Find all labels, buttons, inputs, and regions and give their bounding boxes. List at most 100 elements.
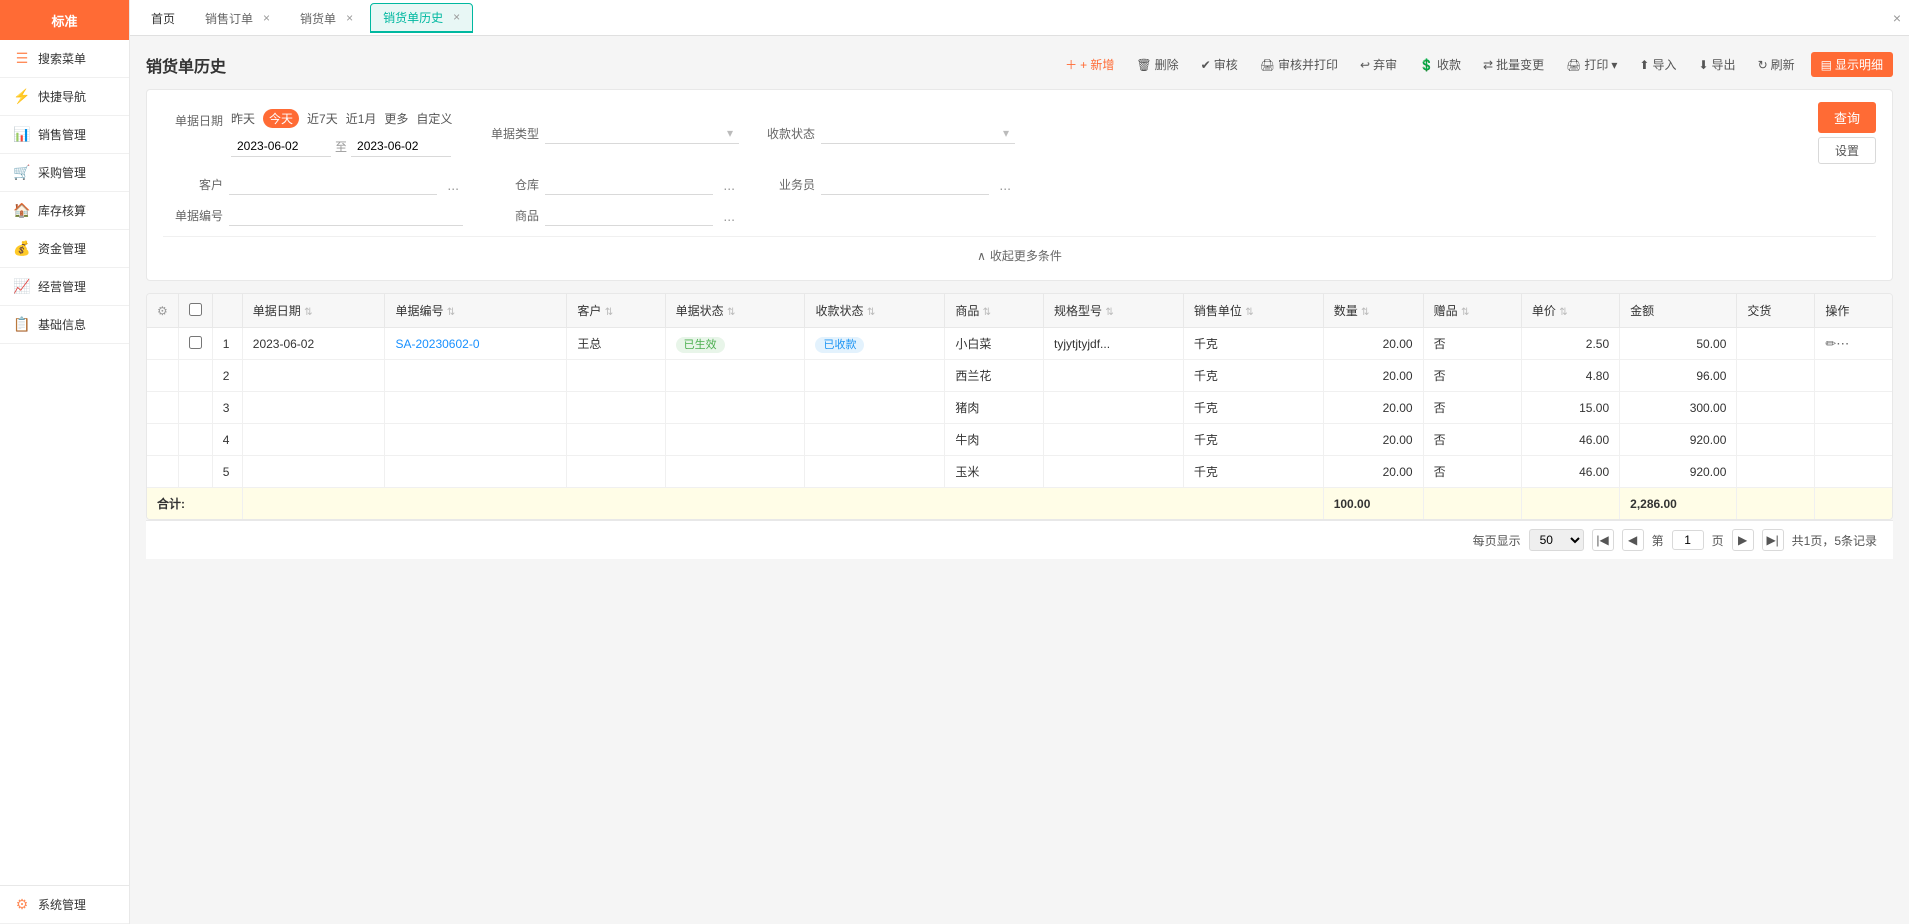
doc-date-cell: 2023-06-02 xyxy=(242,328,385,360)
checkbox-cell[interactable] xyxy=(178,360,212,392)
col-gift[interactable]: 赠品 ⇅ xyxy=(1423,294,1521,328)
filter-doc-type: 单据类型 ▾ xyxy=(479,123,739,144)
more-action-icon[interactable]: ⋯ xyxy=(1836,336,1849,351)
date-btn-today[interactable]: 今天 xyxy=(263,109,299,128)
tab-home[interactable]: 首页 xyxy=(138,3,188,33)
sort-qty-icon[interactable]: ⇅ xyxy=(1361,307,1369,318)
sort-unit-icon[interactable]: ⇅ xyxy=(1245,307,1253,318)
col-unit[interactable]: 销售单位 ⇅ xyxy=(1183,294,1323,328)
date-btn-more[interactable]: 更多 xyxy=(384,110,408,127)
date-from-input[interactable] xyxy=(231,136,331,157)
tab-sales-history[interactable]: 销货单历史 × xyxy=(370,3,473,33)
col-doc-no[interactable]: 单据编号 ⇅ xyxy=(385,294,567,328)
tab-sales-delivery[interactable]: 销货单 × xyxy=(287,3,366,33)
audit-button[interactable]: ✔ 审核 xyxy=(1195,52,1244,77)
batch-change-button[interactable]: ⇄ 批量变更 xyxy=(1477,52,1550,77)
doc-type-select[interactable]: ▾ xyxy=(545,123,739,144)
tab-close-all[interactable]: × xyxy=(1893,10,1901,26)
query-button[interactable]: 查询 xyxy=(1818,102,1876,133)
sort-gift-icon[interactable]: ⇅ xyxy=(1461,307,1469,318)
payment-status-select[interactable]: ▾ xyxy=(821,123,1015,144)
refresh-button[interactable]: ↻ 刷新 xyxy=(1752,52,1801,77)
tab-sales-delivery-close[interactable]: × xyxy=(346,11,353,25)
sidebar-item-base-info[interactable]: 📋 基础信息 xyxy=(0,306,129,344)
col-pay-status[interactable]: 收款状态 ⇅ xyxy=(805,294,945,328)
goods-ellipsis[interactable]: ... xyxy=(719,208,739,224)
customer-input[interactable] xyxy=(229,174,437,195)
export-button[interactable]: ⬇ 导出 xyxy=(1692,52,1741,77)
col-settings[interactable]: ⚙ xyxy=(147,294,178,328)
sort-price-icon[interactable]: ⇅ xyxy=(1559,307,1567,318)
page-input[interactable] xyxy=(1672,530,1704,550)
checkbox-cell[interactable] xyxy=(178,328,212,360)
tab-sales-history-label: 销货单历史 xyxy=(383,9,443,26)
delete-button[interactable]: 🗑 删除 xyxy=(1130,52,1184,77)
abandon-button[interactable]: ↩ 弃审 xyxy=(1354,52,1403,77)
date-btn-7days[interactable]: 近7天 xyxy=(307,110,338,127)
edit-action-icon[interactable]: ✏ xyxy=(1825,336,1836,351)
doc-no-link[interactable]: SA-20230602-0 xyxy=(395,337,479,351)
col-customer[interactable]: 客户 ⇅ xyxy=(567,294,665,328)
sidebar-item-sys-mgmt[interactable]: ⚙ 系统管理 xyxy=(0,886,129,924)
col-goods[interactable]: 商品 ⇅ xyxy=(945,294,1044,328)
pay-status-badge: 已收款 xyxy=(815,337,864,353)
page-title: 销货单历史 xyxy=(146,53,226,77)
customer-ellipsis[interactable]: ... xyxy=(443,177,463,193)
checkbox-cell[interactable] xyxy=(178,392,212,424)
new-button[interactable]: ＋ + 新增 xyxy=(1059,52,1120,77)
warehouse-input[interactable] xyxy=(545,174,713,195)
col-doc-status[interactable]: 单据状态 ⇅ xyxy=(665,294,805,328)
col-qty[interactable]: 数量 ⇅ xyxy=(1323,294,1423,328)
col-unit-label: 销售单位 xyxy=(1194,304,1242,318)
checkbox-cell[interactable] xyxy=(178,424,212,456)
sort-spec-icon[interactable]: ⇅ xyxy=(1105,307,1113,318)
sort-pay-status-icon[interactable]: ⇅ xyxy=(867,307,875,318)
tab-sales-order-close[interactable]: × xyxy=(263,11,270,25)
salesperson-input[interactable] xyxy=(821,174,989,195)
date-btn-1month[interactable]: 近1月 xyxy=(346,110,377,127)
sidebar-item-sales-mgmt[interactable]: 📊 销售管理 xyxy=(0,116,129,154)
sort-customer-icon[interactable]: ⇅ xyxy=(605,307,613,318)
print-button[interactable]: 🖨 打印 ▾ xyxy=(1560,52,1623,77)
select-all-checkbox[interactable] xyxy=(189,303,202,316)
date-btn-custom[interactable]: 自定义 xyxy=(416,110,452,127)
date-btn-yesterday[interactable]: 昨天 xyxy=(231,110,255,127)
checkbox-cell[interactable] xyxy=(178,456,212,488)
next-page-button[interactable]: ▶ xyxy=(1732,529,1754,551)
last-page-button[interactable]: ▶| xyxy=(1762,529,1784,551)
sidebar-item-search-menu[interactable]: ☰ 搜索菜单 xyxy=(0,40,129,78)
sidebar-item-purchase-mgmt[interactable]: 🛒 采购管理 xyxy=(0,154,129,192)
import-button[interactable]: ⬆ 导入 xyxy=(1633,52,1682,77)
show-detail-button[interactable]: ▤ 显示明细 xyxy=(1811,52,1893,77)
filter-settings-button[interactable]: 设置 xyxy=(1818,137,1876,164)
sort-doc-no-icon[interactable]: ⇅ xyxy=(447,307,455,318)
date-to-input[interactable] xyxy=(351,136,451,157)
page-size-select[interactable]: 20 50 100 xyxy=(1529,529,1584,551)
sidebar-item-operations[interactable]: 📈 经营管理 xyxy=(0,268,129,306)
doc-no-input[interactable] xyxy=(229,205,463,226)
col-qty-label: 数量 xyxy=(1334,304,1358,318)
goods-input[interactable] xyxy=(545,205,713,226)
collapse-button[interactable]: ∧ 收起更多条件 xyxy=(973,243,1066,268)
col-spec[interactable]: 规格型号 ⇅ xyxy=(1044,294,1184,328)
first-page-button[interactable]: |◀ xyxy=(1592,529,1614,551)
salesperson-ellipsis[interactable]: ... xyxy=(995,177,1015,193)
audit-print-button[interactable]: 🖨 审核并打印 xyxy=(1254,52,1344,77)
tab-sales-history-close[interactable]: × xyxy=(453,10,460,24)
row-checkbox[interactable] xyxy=(189,336,202,349)
col-checkbox[interactable] xyxy=(178,294,212,328)
collect-button[interactable]: 💲 收款 xyxy=(1413,52,1467,77)
tab-sales-order[interactable]: 销售订单 × xyxy=(192,3,283,33)
sidebar-item-quick-nav[interactable]: ⚡ 快捷导航 xyxy=(0,78,129,116)
action-cell xyxy=(1815,392,1892,424)
sort-goods-icon[interactable]: ⇅ xyxy=(983,307,991,318)
sort-doc-date-icon[interactable]: ⇅ xyxy=(304,307,312,318)
prev-page-button[interactable]: ◀ xyxy=(1622,529,1644,551)
col-doc-date[interactable]: 单据日期 ⇅ xyxy=(242,294,385,328)
warehouse-ellipsis[interactable]: ... xyxy=(719,177,739,193)
sidebar-item-inventory[interactable]: 🏠 库存核算 xyxy=(0,192,129,230)
col-price[interactable]: 单价 ⇅ xyxy=(1521,294,1619,328)
sort-doc-status-icon[interactable]: ⇅ xyxy=(727,307,735,318)
sidebar-item-finance[interactable]: 💰 资金管理 xyxy=(0,230,129,268)
collect-icon: 💲 xyxy=(1419,58,1434,72)
